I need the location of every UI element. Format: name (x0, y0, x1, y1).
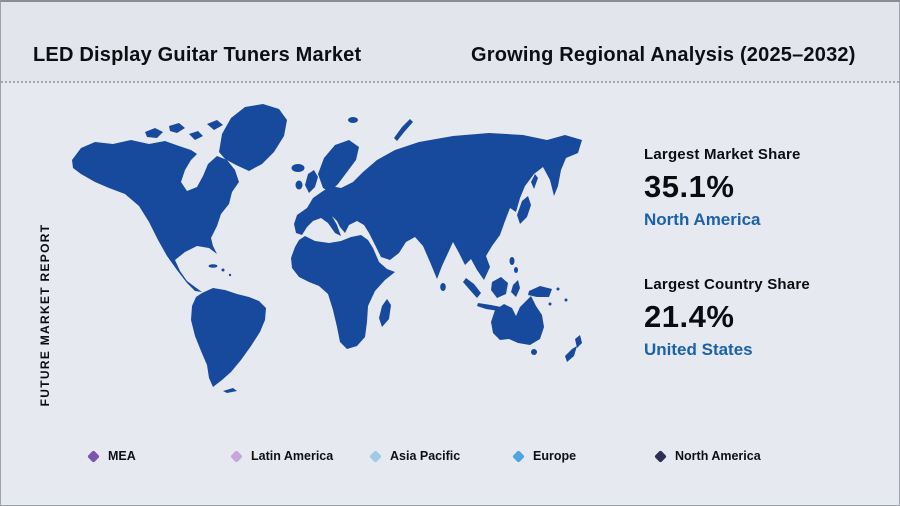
europe-dot-icon (512, 449, 525, 463)
latin-america-dot-icon (230, 449, 243, 463)
legend-label: Asia Pacific (390, 449, 461, 463)
legend-item-north-america: North America (654, 449, 761, 463)
legend-item-mea: MEA (87, 449, 136, 463)
continent-north-america (72, 120, 239, 292)
greenland-iceland (219, 104, 305, 172)
legend-label: North America (675, 449, 761, 463)
north-america-dot-icon (654, 449, 667, 463)
legend: MEA Latin America Asia Pacific Europe No… (1, 449, 899, 473)
stat-region: North America (644, 210, 761, 229)
dotted-divider (1, 81, 899, 83)
legend-label: MEA (108, 449, 136, 463)
world-map (61, 94, 621, 424)
legend-item-asia-pacific: Asia Pacific (369, 449, 461, 463)
page-subtitle: Growing Regional Analysis (2025–2032) (471, 44, 856, 66)
mea-dot-icon (87, 449, 100, 463)
continent-australia (491, 296, 582, 362)
brand-watermark: FUTURE MARKET REPORT (38, 223, 52, 407)
legend-item-latin-america: Latin America (230, 449, 334, 463)
stats-panel: Largest Market Share 35.1% North America… (644, 146, 894, 360)
stat-region: United States (644, 340, 753, 359)
stat-largest-market-share: Largest Market Share 35.1% North America (644, 146, 894, 230)
stat-largest-country-share: Largest Country Share 21.4% United State… (644, 276, 894, 360)
infographic-canvas: LED Display Guitar Tuners Market Growing… (0, 0, 900, 506)
stat-label: Largest Country Share (644, 276, 810, 293)
asia-pacific-dot-icon (369, 449, 382, 463)
legend-item-europe: Europe (512, 449, 577, 463)
continent-south-america (191, 288, 266, 393)
stat-value: 35.1% (644, 169, 735, 204)
world-map-svg (72, 104, 582, 393)
header-band (1, 2, 899, 81)
legend-label: Latin America (251, 449, 334, 463)
page-title: LED Display Guitar Tuners Market (33, 44, 362, 66)
legend-label: Europe (533, 449, 577, 463)
stat-value: 21.4% (644, 299, 735, 334)
stat-label: Largest Market Share (644, 146, 801, 163)
